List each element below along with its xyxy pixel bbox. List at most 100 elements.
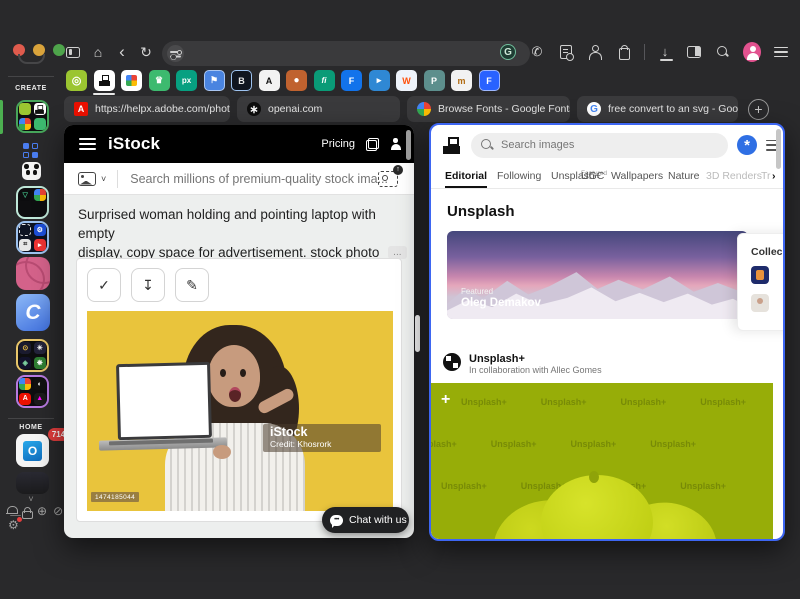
lock-icon[interactable]	[22, 506, 33, 519]
app-icon-15[interactable]: m	[451, 70, 472, 91]
unsplash-plus-avatar[interactable]	[443, 353, 461, 371]
stock-photo[interactable]: iStock Credit: Khosrork 1474185044	[87, 311, 393, 511]
app-icon-freepik[interactable]: F	[341, 70, 362, 91]
address-bar[interactable]	[162, 41, 530, 66]
download-button[interactable]: ↧	[131, 268, 165, 302]
unsplash-plus-photo[interactable]: + Unsplash+ Unsplash+ Unsplash+ Unsplash…	[431, 383, 773, 539]
active-section-indicator	[0, 100, 3, 134]
app-icon-12[interactable]: ▸	[368, 70, 390, 91]
photo-figure	[213, 445, 231, 459]
tab-google-fonts[interactable]: Browse Fonts - Google Fonts	[407, 96, 570, 122]
account-icon[interactable]	[390, 138, 402, 150]
profile-button[interactable]	[743, 42, 761, 62]
app-icon-4[interactable]: ♛	[148, 70, 170, 91]
app-icon-unsplash-active[interactable]	[93, 70, 115, 91]
app-glyph: ◎	[71, 75, 82, 87]
notes-extension-button[interactable]	[557, 42, 575, 62]
nav-tab-nature[interactable]: Nature	[668, 170, 700, 182]
istock-search-bar[interactable]: ˅ Search millions of premium-quality sto…	[64, 163, 414, 195]
app-glyph: m	[457, 75, 466, 86]
search-button[interactable]	[714, 42, 732, 62]
nav-tab-wallpapers[interactable]: Wallpapers	[611, 170, 663, 182]
unsplash-logo-icon	[35, 104, 45, 114]
panda-app-icon[interactable]	[22, 162, 41, 180]
app-menu-button[interactable]	[772, 42, 790, 62]
browser-toolbar: ⌂ ‹ ↻ G ✆ ↓	[0, 36, 800, 70]
settings-gear-icon[interactable]: ⚙	[8, 517, 22, 532]
folder-yellow-apps[interactable]: ⊙ ✳ ◈ ❋	[16, 339, 49, 372]
app-icon-7[interactable]: B	[231, 70, 252, 91]
folder-adobe-apps[interactable]: ◐ A ▲	[16, 375, 49, 408]
folder-create-apps[interactable]	[16, 100, 49, 133]
bag-extension-button[interactable]	[615, 42, 633, 62]
unsplash-scrollbar[interactable]	[776, 129, 781, 169]
featured-banner[interactable]: Featured Oleg Demakov	[447, 231, 748, 319]
app-glyph: ▸	[376, 75, 382, 85]
globe-icon[interactable]: ⊕	[37, 504, 47, 518]
select-button[interactable]: ✓	[87, 268, 121, 302]
search-by-image-icon[interactable]	[378, 164, 403, 187]
app-icon-6[interactable]: ⚑	[203, 70, 225, 91]
app-icon-3[interactable]	[121, 70, 142, 91]
app-icon-16[interactable]: F	[478, 70, 500, 91]
chat-with-us-button[interactable]: ••• Chat with us	[322, 507, 409, 533]
split-view-divider-handle[interactable]	[415, 315, 420, 352]
ban-icon[interactable]: ⊘	[53, 504, 63, 518]
bell-icon[interactable]	[6, 506, 18, 516]
create-section-label: CREATE	[15, 85, 47, 92]
nav-tab-editorial[interactable]: Editorial	[445, 170, 488, 188]
collapse-chevron-icon[interactable]: ˅	[0, 494, 62, 504]
contacts-extension-button[interactable]	[586, 42, 604, 62]
outlook-app-icon[interactable]: O 714	[16, 428, 69, 467]
media-type-caret-icon[interactable]: ˅	[101, 174, 106, 184]
unsplash-plus-title[interactable]: Unsplash+	[469, 353, 602, 365]
favorites-sidebar: CREATE ▽ ⚙ ⌗ ▸ C ⊙ ✳ ◈ ❋ ◐ A ▲ HOME O 71…	[0, 48, 69, 599]
apps-grid-icon[interactable]	[23, 143, 40, 158]
split-view-button[interactable]	[685, 42, 703, 62]
app-icon-9[interactable]: ●	[286, 70, 307, 91]
tab-adobe-helpx[interactable]: A https://helpx.adobe.com/phot...	[64, 96, 230, 122]
istock-menu-button[interactable]	[79, 138, 96, 150]
sidebar-toggle-button[interactable]	[61, 39, 85, 65]
c-app-icon[interactable]: C	[16, 294, 50, 331]
new-tab-button[interactable]: +	[748, 98, 769, 120]
home-button[interactable]: ⌂	[86, 39, 110, 65]
app-icon-14[interactable]: P	[423, 70, 445, 91]
tab-openai[interactable]: ∗ openai.com	[237, 96, 400, 122]
sidebar-divider	[8, 76, 54, 77]
istock-scrollbar[interactable]	[406, 130, 411, 160]
app-icon-8[interactable]: A	[258, 70, 280, 91]
grammarly-extension-button[interactable]: G	[499, 42, 517, 62]
folder-media-tools[interactable]: ⚙ ⌗ ▸	[16, 221, 49, 254]
app-icon-pexels[interactable]: px	[176, 70, 197, 91]
partial-folder-icon	[18, 54, 45, 64]
edit-button[interactable]: ✎	[175, 268, 209, 302]
nav-tab-ugc[interactable]: UGC	[581, 170, 604, 182]
nav-scroll-chevron-icon[interactable]: ›	[772, 170, 776, 182]
app-glyph: A	[265, 75, 273, 86]
app-icon-13[interactable]: W	[396, 70, 417, 91]
collection-thumbnail[interactable]	[751, 294, 769, 312]
unsplash-logo[interactable]	[443, 136, 460, 154]
app-icon-1[interactable]: ◎	[66, 70, 87, 91]
pricing-link[interactable]: Pricing	[321, 138, 355, 150]
folder-dev-tools[interactable]: ▽	[16, 186, 49, 219]
nav-tab-3d-renders[interactable]: 3D Renders	[706, 170, 762, 182]
istock-logo[interactable]: iStock	[108, 134, 160, 154]
collection-thumbnail[interactable]	[751, 266, 769, 284]
site-settings-button[interactable]	[167, 45, 184, 62]
nav-tab-following[interactable]: Following	[497, 170, 541, 182]
unsplash-search-bar[interactable]: Search images	[471, 132, 728, 158]
call-extension-button[interactable]: ✆	[528, 42, 546, 62]
asset-id-badge: 1474185044	[91, 492, 140, 502]
google-fonts-favicon	[417, 102, 431, 116]
dribbble-app-icon[interactable]	[16, 257, 50, 290]
app-icon-flaticon[interactable]: fi	[313, 70, 335, 91]
tab-google-search[interactable]: G free convert to an svg - Googl...	[577, 96, 738, 122]
extension-badge-icon[interactable]: *	[737, 135, 757, 155]
nav-tab-travel-truncated[interactable]: Tr	[761, 170, 771, 182]
back-button[interactable]: ‹	[110, 39, 134, 65]
downloads-button[interactable]: ↓	[656, 42, 674, 62]
reload-button[interactable]: ↻	[134, 39, 158, 65]
boards-icon[interactable]	[366, 137, 379, 151]
